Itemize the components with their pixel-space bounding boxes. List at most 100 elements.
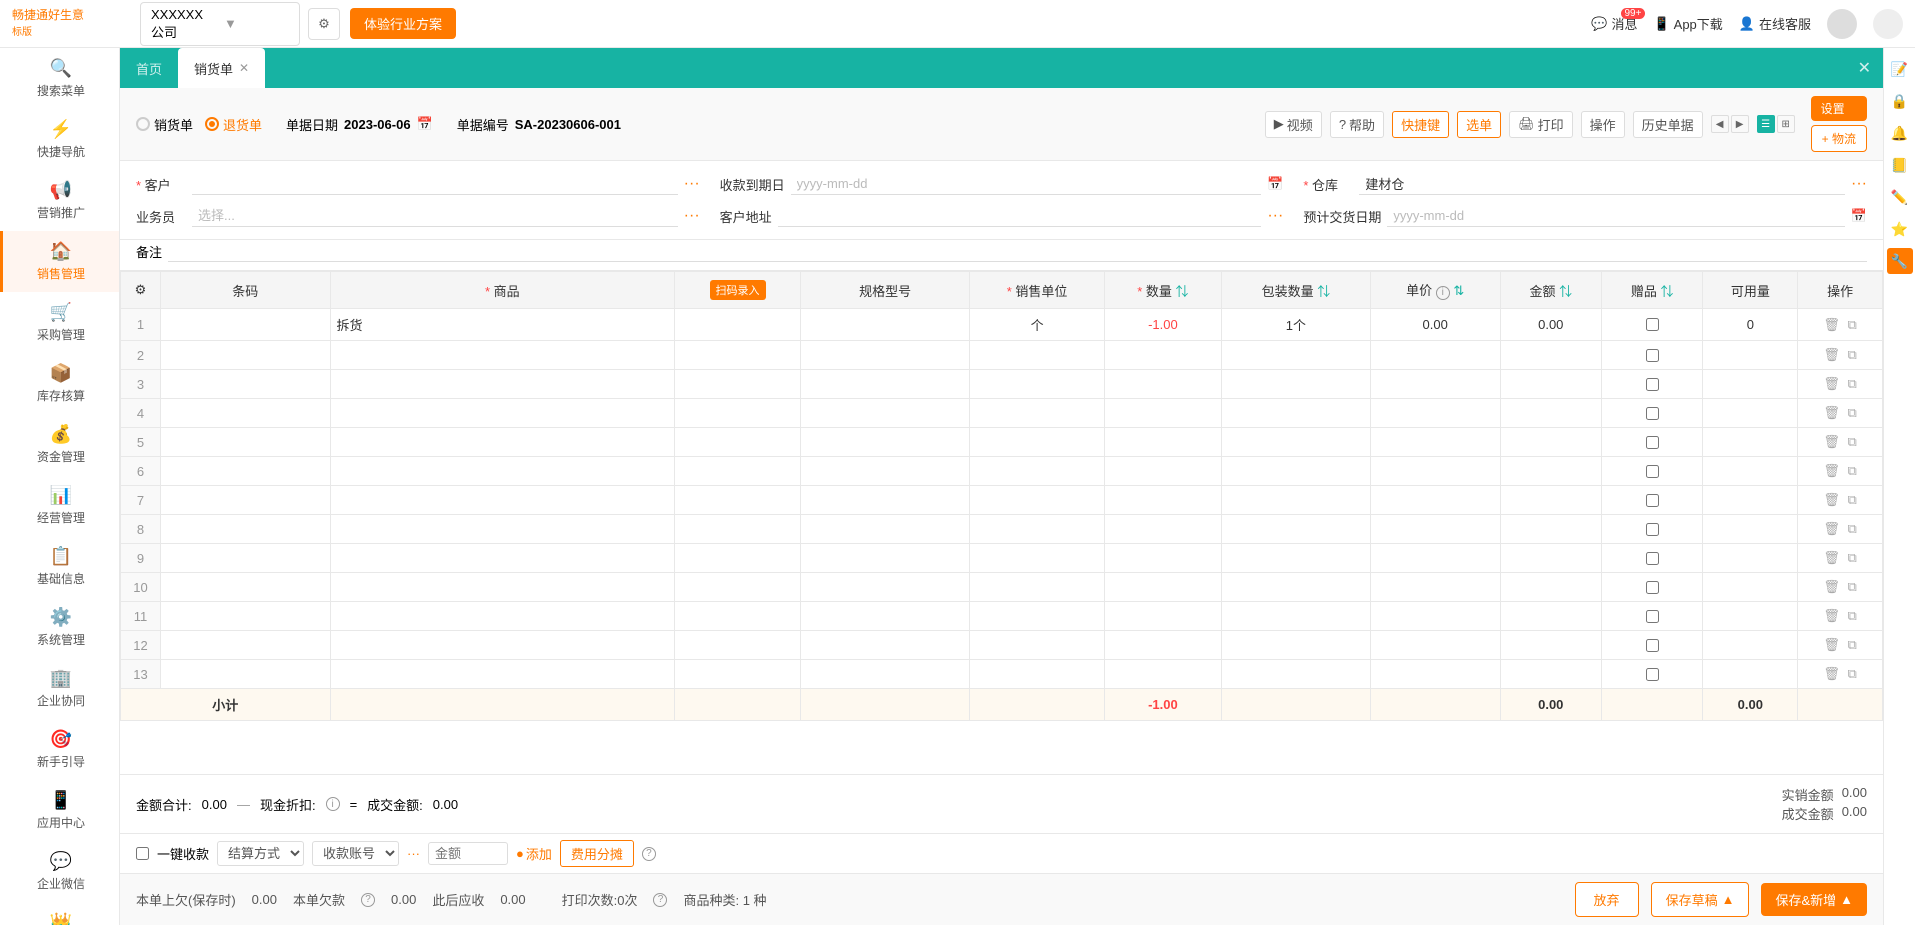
row-quantity[interactable] (1104, 544, 1221, 573)
right-icon-5[interactable]: ✏️ (1887, 184, 1913, 210)
delete-icon[interactable]: 🗑 (1823, 376, 1840, 391)
print-btn[interactable]: 🖨 打印 (1509, 111, 1573, 138)
row-barcode[interactable] (161, 309, 331, 341)
sidebar-item-app-center[interactable]: 📱 应用中心 (0, 780, 119, 841)
sidebar-item-guide[interactable]: 🎯 新手引导 (0, 719, 119, 780)
row-barcode[interactable] (161, 457, 331, 486)
delete-icon[interactable]: 🗑 (1823, 637, 1840, 652)
row-spec[interactable] (800, 341, 970, 370)
delete-icon[interactable]: 🗑 (1823, 608, 1840, 623)
copy-icon[interactable]: ⧉ (1848, 347, 1857, 362)
expense-split-btn[interactable]: 费用分摊 (560, 840, 634, 867)
expense-info-icon[interactable]: ? (642, 847, 656, 861)
row-price[interactable] (1370, 399, 1500, 428)
message-button[interactable]: 💬 消息 99+ (1591, 14, 1637, 33)
copy-icon[interactable]: ⧉ (1848, 405, 1857, 420)
video-btn[interactable]: ▶ 视频 (1265, 111, 1322, 138)
row-gift[interactable] (1601, 631, 1702, 660)
salesperson-input[interactable] (192, 205, 678, 227)
col-scan[interactable]: 扫码录入 (675, 272, 801, 309)
row-price[interactable] (1370, 602, 1500, 631)
sidebar-item-vip[interactable]: 👑 畅会员 (0, 902, 119, 925)
row-barcode[interactable] (161, 515, 331, 544)
due-info-icon[interactable]: ? (361, 893, 375, 907)
row-product[interactable] (330, 486, 675, 515)
select-btn[interactable]: 选单 (1457, 111, 1501, 138)
row-barcode[interactable] (161, 370, 331, 399)
sidebar-item-quick-nav[interactable]: ⚡ 快捷导航 (0, 109, 119, 170)
row-gift[interactable] (1601, 602, 1702, 631)
nav-next[interactable]: ▶ (1731, 115, 1749, 133)
row-product[interactable] (330, 631, 675, 660)
sidebar-item-finance[interactable]: 💰 资金管理 (0, 414, 119, 475)
row-price[interactable] (1370, 660, 1500, 689)
date-cal-icon[interactable]: 📅 (417, 116, 433, 132)
row-price[interactable]: 0.00 (1370, 309, 1500, 341)
row-barcode[interactable] (161, 631, 331, 660)
sidebar-item-enterprise[interactable]: 🏢 企业协同 (0, 658, 119, 719)
right-icon-4[interactable]: 📒 (1887, 152, 1913, 178)
right-icon-3[interactable]: 🔔 (1887, 120, 1913, 146)
delete-icon[interactable]: 🗑 (1823, 492, 1840, 507)
row-spec[interactable] (800, 399, 970, 428)
row-gift[interactable] (1601, 457, 1702, 486)
col-settings[interactable]: ⚙ (121, 272, 161, 309)
row-spec[interactable] (800, 660, 970, 689)
row-spec[interactable] (800, 370, 970, 399)
right-icon-1[interactable]: 📝 (1887, 56, 1913, 82)
row-quantity[interactable]: -1.00 (1104, 309, 1221, 341)
copy-icon[interactable]: ⧉ (1848, 579, 1857, 594)
row-spec[interactable] (800, 544, 970, 573)
row-quantity[interactable] (1104, 660, 1221, 689)
row-barcode[interactable] (161, 399, 331, 428)
help-btn[interactable]: ? 帮助 (1330, 111, 1384, 138)
discount-info-icon[interactable]: i (326, 797, 340, 811)
customer-more-icon[interactable]: ··· (684, 175, 700, 193)
row-product[interactable] (330, 399, 675, 428)
delete-icon[interactable]: 🗑 (1823, 521, 1840, 536)
row-gift[interactable] (1601, 486, 1702, 515)
save-new-btn[interactable]: 保存&新增 ▲ (1761, 883, 1867, 916)
online-service-button[interactable]: 👤 在线客服 (1739, 14, 1811, 33)
copy-icon[interactable]: ⧉ (1848, 492, 1857, 507)
row-product[interactable] (330, 515, 675, 544)
right-icon-2[interactable]: 🔒 (1887, 88, 1913, 114)
sidebar-item-wechat[interactable]: 💬 企业微信 (0, 841, 119, 902)
row-price[interactable] (1370, 370, 1500, 399)
sidebar-item-purchase[interactable]: 🛒 采购管理 (0, 292, 119, 353)
row-gift[interactable] (1601, 370, 1702, 399)
row-spec[interactable] (800, 428, 970, 457)
row-barcode[interactable] (161, 428, 331, 457)
delete-icon[interactable]: 🗑 (1823, 463, 1840, 478)
add-payment-btn[interactable]: ● 添加 (516, 844, 552, 863)
copy-icon[interactable]: ⧉ (1848, 666, 1857, 681)
company-selector[interactable]: XXXXXX公司 ▼ (140, 2, 300, 46)
row-gift[interactable] (1601, 341, 1702, 370)
row-barcode[interactable] (161, 486, 331, 515)
row-barcode[interactable] (161, 544, 331, 573)
delete-icon[interactable]: 🗑 (1823, 405, 1840, 420)
address-more-icon[interactable]: ··· (1267, 207, 1283, 225)
history-btn[interactable]: 历史单据 (1633, 111, 1703, 138)
sidebar-item-operations[interactable]: 📊 经营管理 (0, 475, 119, 536)
row-quantity[interactable] (1104, 573, 1221, 602)
price-info-icon[interactable]: i (1436, 286, 1450, 300)
row-quantity[interactable] (1104, 399, 1221, 428)
notes-input[interactable] (168, 240, 1867, 262)
copy-icon[interactable]: ⧉ (1848, 463, 1857, 478)
delete-icon[interactable]: 🗑 (1823, 317, 1840, 332)
row-price[interactable] (1370, 428, 1500, 457)
row-price[interactable] (1370, 573, 1500, 602)
row-product[interactable] (330, 660, 675, 689)
app-download-button[interactable]: 📱 App下载 (1653, 14, 1722, 33)
right-icon-7[interactable]: 🔧 (1887, 248, 1913, 274)
row-gift[interactable] (1601, 544, 1702, 573)
operate-btn[interactable]: 操作 (1581, 111, 1625, 138)
row-spec[interactable] (800, 309, 970, 341)
row-spec[interactable] (800, 631, 970, 660)
row-product[interactable] (330, 457, 675, 486)
delete-icon[interactable]: 🗑 (1823, 434, 1840, 449)
sidebar-item-system[interactable]: ⚙️ 系统管理 (0, 597, 119, 658)
row-gift[interactable] (1601, 399, 1702, 428)
account-select[interactable]: 收款账号 (312, 841, 399, 866)
